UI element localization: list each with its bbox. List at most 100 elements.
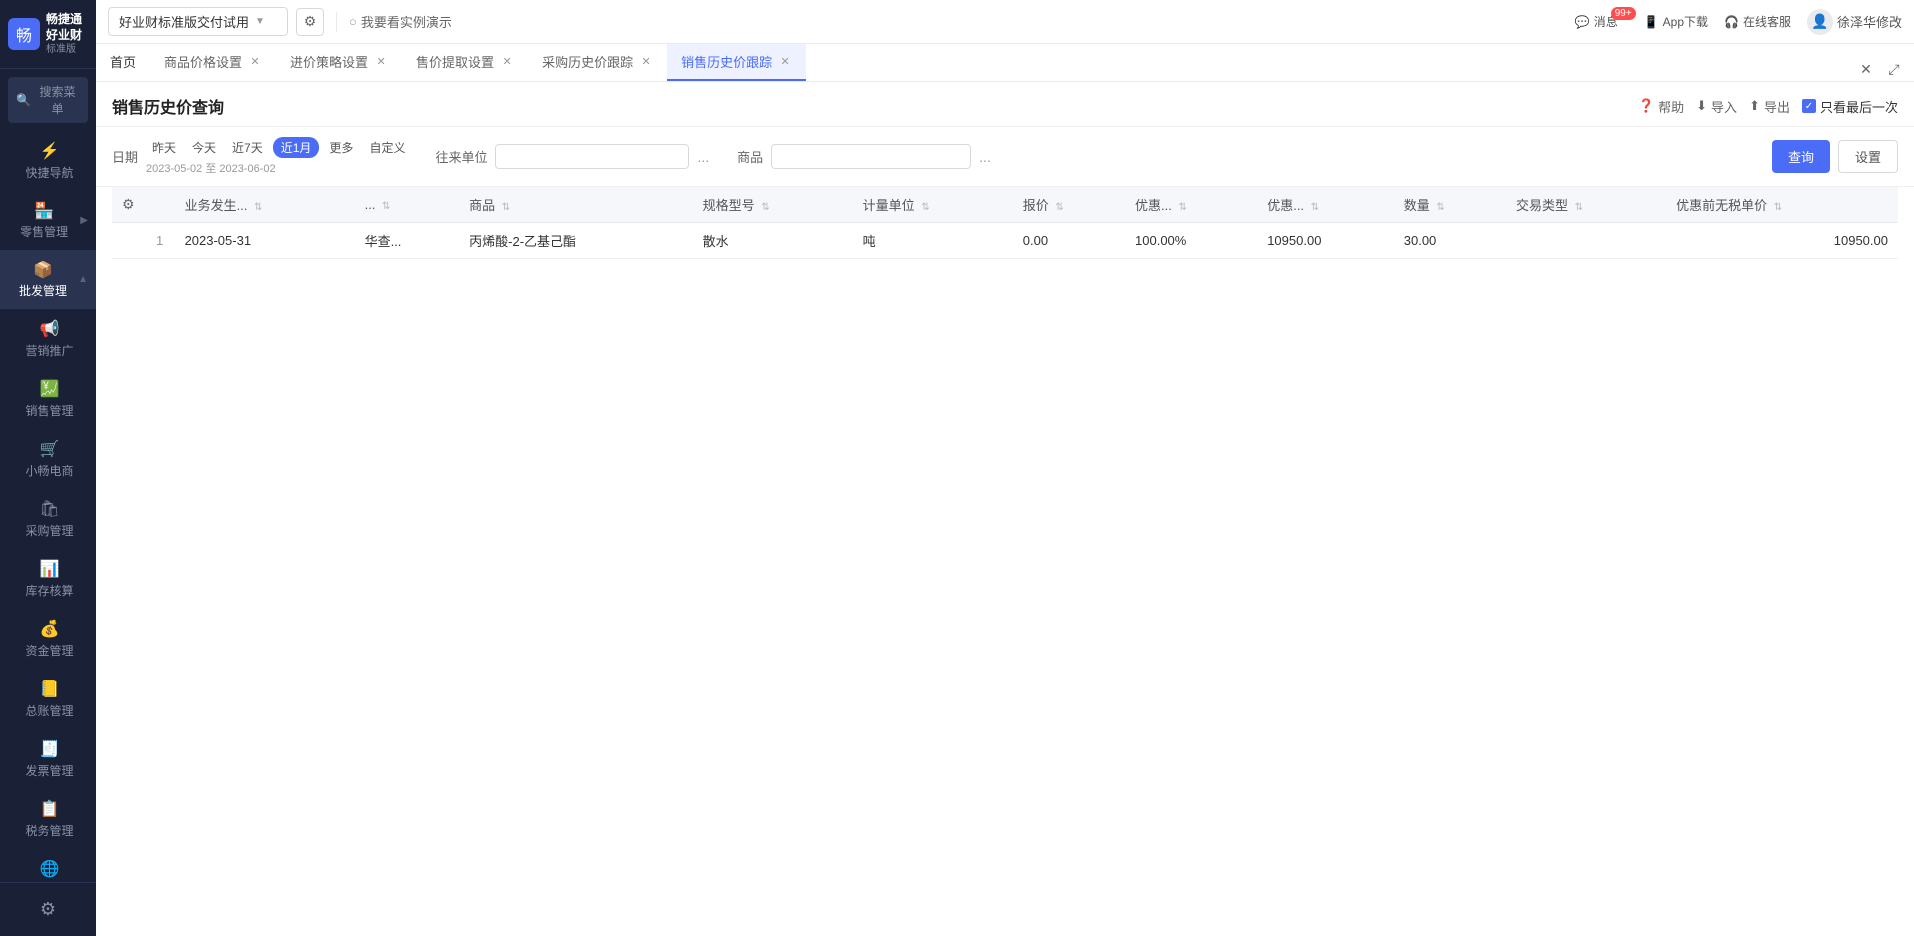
th-biz-date[interactable]: 业务发生... ⇅ [175,187,355,223]
sort-icon-discount-amt: ⇅ [1311,202,1319,213]
retail-icon: 🏪 [34,201,54,221]
ecommerce-icon: 🌐 [40,859,60,879]
last-only-checkbox-label[interactable]: ✓ 只看最后一次 [1802,97,1898,116]
close-tab-button[interactable]: ✕ [1854,57,1878,81]
date-filter-label: 日期 [112,147,138,166]
th-qty[interactable]: 数量 ⇅ [1394,187,1506,223]
expand-tab-button[interactable]: ⤢ [1882,57,1906,81]
date-last1m-btn[interactable]: 近1月 [273,137,320,158]
th-pretax-price[interactable]: 优惠前无税单价 ⇅ [1666,187,1898,223]
source-filter-group: 往来单位 ... [435,144,713,169]
filter-area: 日期 昨天 今天 近7天 近1月 更多 自定义 2023-05-02 至 202… [96,127,1914,187]
demo-link[interactable]: ○ 我要看实例演示 [349,12,452,31]
sort-icon-discount-pct: ⇅ [1178,202,1186,213]
chevron-down-icon: ▲ [78,274,88,285]
tab-purchase-history[interactable]: 采购历史价跟踪 ✕ [528,44,667,81]
tab-price-strategy[interactable]: 进价策略设置 ✕ [276,44,402,81]
export-button[interactable]: ⬆ 导出 [1749,97,1790,116]
sidebar-item-invoice[interactable]: 🧾 发票管理 [0,729,96,789]
sidebar-item-ecommerce[interactable]: 🌐 电商管理 [0,849,96,882]
page-title: 销售历史价查询 [112,94,224,118]
wholesale-icon: 📦 [33,260,53,280]
product-filter-label: 商品 [737,147,763,166]
purchase-icon: 🛍 [39,499,59,519]
sidebar-item-quick-nav[interactable]: ⚡ 快捷导航 [0,131,96,191]
user-avatar: 👤 [1807,9,1833,35]
user-menu-button[interactable]: 👤 徐泽华修改 [1807,9,1902,35]
source-input[interactable] [495,144,689,169]
tab-close-price-strategy[interactable]: ✕ [374,54,388,68]
product-input[interactable] [771,144,971,169]
tab-close-sale-price-extract[interactable]: ✕ [500,54,514,68]
sort-icon-price: ⇅ [1055,202,1063,213]
filter-actions: 查询 设置 [1772,140,1898,173]
online-service-button[interactable]: 🎧 在线客服 [1724,13,1791,30]
page-header-actions: ❓ 帮助 ⬇ 导入 ⬆ 导出 ✓ 只看最后一次 [1638,97,1898,116]
date-last7-btn[interactable]: 近7天 [226,137,269,158]
table-settings-icon[interactable]: ⚙ [122,196,135,212]
app-download-button[interactable]: 📱 App下载 [1644,13,1708,30]
source-picker-button[interactable]: ... [693,145,713,169]
td-product: 丙烯酸-2-乙基己酯 [459,223,692,259]
last-only-checkbox[interactable]: ✓ [1802,99,1816,113]
settings-button[interactable]: 设置 [1838,140,1898,173]
tab-home[interactable]: 首页 [96,44,150,81]
date-shortcuts: 昨天 今天 近7天 近1月 更多 自定义 [146,137,411,158]
tax-icon: 📋 [40,799,60,819]
td-qty: 30.00 [1394,223,1506,259]
query-button[interactable]: 查询 [1772,140,1830,173]
product-picker-button[interactable]: ... [975,145,995,169]
workspace-selector[interactable]: 好业财标准版交付试用 ▼ [108,7,288,36]
sidebar-item-ecommerce-small[interactable]: 🛒 小畅电商 [0,429,96,489]
date-filter-group: 日期 昨天 今天 近7天 近1月 更多 自定义 2023-05-02 至 202… [112,137,411,176]
sidebar-item-marketing[interactable]: 📢 营销推广 [0,309,96,369]
date-yesterday-btn[interactable]: 昨天 [146,137,182,158]
import-button[interactable]: ⬇ 导入 [1696,97,1737,116]
td-discount-amt: 10950.00 [1257,223,1394,259]
date-today-btn[interactable]: 今天 [186,137,222,158]
product-filter-group: 商品 ... [737,144,995,169]
sidebar-item-sales[interactable]: 💹 销售管理 [0,369,96,429]
tab-sale-price-extract[interactable]: 售价提取设置 ✕ [402,44,528,81]
sidebar-search-area: 🔍 搜索菜单 [0,69,96,131]
app-logo-icon: 畅 [8,18,40,50]
th-product[interactable]: 商品 ⇅ [459,187,692,223]
messages-button[interactable]: 💬 消息 99+ [1575,13,1628,30]
th-trade-type[interactable]: 交易类型 ⇅ [1506,187,1666,223]
help-button[interactable]: ❓ 帮助 [1638,97,1684,116]
sidebar-item-retail[interactable]: 🏪 零售管理 ▶ [0,191,96,250]
sidebar-item-purchase[interactable]: 🛍 采购管理 [0,489,96,549]
inventory-icon: 📊 [40,559,60,579]
sort-icon-trade-type: ⇅ [1575,202,1583,213]
ledger-icon: 📒 [40,679,60,699]
table-area: ⚙ 业务发生... ⇅ ... ⇅ 商品 ⇅ [96,187,1914,275]
th-discount-amt[interactable]: 优惠... ⇅ [1257,187,1394,223]
quick-nav-icon: ⚡ [40,141,60,161]
sidebar-item-tax[interactable]: 📋 税务管理 [0,789,96,849]
main-area: 好业财标准版交付试用 ▼ ⚙ ○ 我要看实例演示 💬 消息 99+ 📱 App下… [96,0,1914,936]
tab-close-purchase-history[interactable]: ✕ [639,54,653,68]
th-price[interactable]: 报价 ⇅ [1013,187,1125,223]
tab-close-sales-history[interactable]: ✕ [778,54,792,68]
sort-icon-product: ⇅ [502,202,510,213]
search-menu-button[interactable]: 🔍 搜索菜单 [8,77,88,123]
tabs-bar: 首页 商品价格设置 ✕ 进价策略设置 ✕ 售价提取设置 ✕ 采购历史价跟踪 ✕ … [96,44,1914,82]
topbar-settings-button[interactable]: ⚙ [296,8,324,36]
tab-product-price[interactable]: 商品价格设置 ✕ [150,44,276,81]
sidebar-item-finance[interactable]: 💰 资金管理 [0,609,96,669]
sidebar-settings-button[interactable]: ⚙ [8,891,88,928]
sort-icon-biz-date: ⇅ [254,202,262,213]
tab-close-product-price[interactable]: ✕ [248,54,262,68]
sidebar-nav: ⚡ 快捷导航 🏪 零售管理 ▶ 📦 批发管理 ▲ 📢 营销推广 💹 销售管理 [0,131,96,882]
date-custom-btn[interactable]: 自定义 [363,137,411,158]
th-col3[interactable]: ... ⇅ [355,187,460,223]
th-discount-pct[interactable]: 优惠... ⇅ [1125,187,1257,223]
sidebar-item-wholesale[interactable]: 📦 批发管理 ▲ [0,250,96,309]
sidebar-item-ledger[interactable]: 📒 总账管理 [0,669,96,729]
th-unit[interactable]: 计量单位 ⇅ [853,187,1013,223]
message-badge: 99+ [1611,7,1636,20]
tab-sales-history[interactable]: 销售历史价跟踪 ✕ [667,44,806,81]
date-more-btn[interactable]: 更多 [323,137,359,158]
th-spec[interactable]: 规格型号 ⇅ [693,187,853,223]
sidebar-item-inventory[interactable]: 📊 库存核算 [0,549,96,609]
